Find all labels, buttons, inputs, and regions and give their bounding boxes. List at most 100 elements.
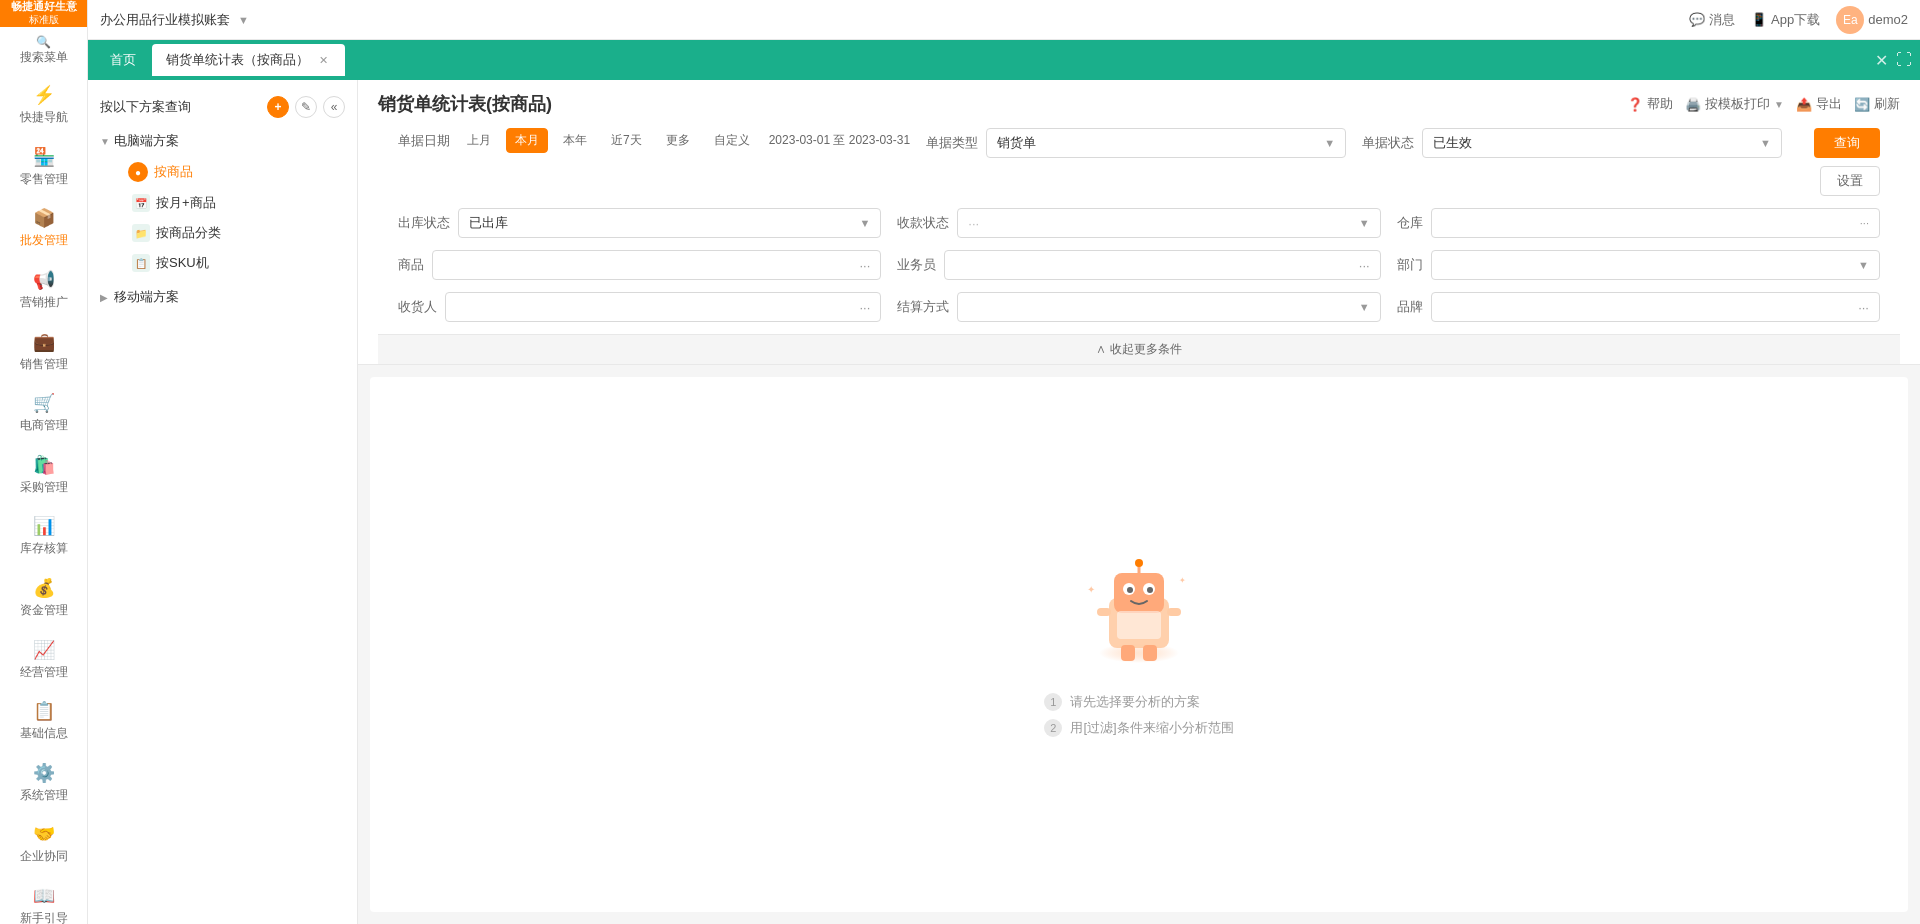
collapse-filter-btn[interactable]: ∧ 收起更多条件 [378,334,1900,364]
settings-btn[interactable]: 设置 [1820,166,1880,196]
right-panel: 销货单统计表(按商品) ❓ 帮助 🖨️ 按模板打印 ▼ 📤 [358,80,1920,924]
date-btn-more[interactable]: 更多 [657,128,699,153]
doc-status-value: 已生效 [1433,134,1472,152]
salesperson-dots-icon[interactable]: ··· [1359,258,1370,273]
salesperson-input[interactable]: ··· [944,250,1380,280]
sidebar-item-marketing[interactable]: 📢 营销推广 [0,259,88,321]
sidebar-item-enterprise[interactable]: 🤝 企业协同 [0,813,88,875]
empty-illustration: ✦ ✦ [1079,553,1199,673]
product-input[interactable]: ··· [432,250,881,280]
collapse-panel-btn[interactable]: « [323,96,345,118]
doc-type-select[interactable]: 销货单 ▼ [986,128,1346,158]
user-profile[interactable]: Ea demo2 [1836,6,1908,34]
print-btn[interactable]: 🖨️ 按模板打印 ▼ [1685,95,1784,113]
app-download-btn[interactable]: 📱 App下载 [1751,11,1820,29]
sku-icon: 📋 [132,254,150,272]
date-filter-label: 单据日期 [398,132,450,150]
enterprise-icon: 🤝 [33,823,55,845]
message-btn[interactable]: 💬 消息 [1689,11,1735,29]
svg-text:✦: ✦ [1179,576,1186,585]
sidebar-item-operation[interactable]: 📈 经营管理 [0,629,88,691]
wholesale-icon: 📦 [33,207,55,229]
receiver-dots-icon[interactable]: ··· [859,300,870,315]
add-scheme-btn[interactable]: + [267,96,289,118]
warehouse-dropdown-icon: ··· [1860,217,1869,229]
marketing-icon: 📢 [33,269,55,291]
filter-warehouse: 仓库 ··· [1397,208,1880,238]
page-header: 销货单统计表(按商品) ❓ 帮助 🖨️ 按模板打印 ▼ 📤 [358,80,1920,365]
filter-date: 单据日期 上月 本月 本年 近7天 更多 自定义 2023-03-01 至 20… [398,128,910,153]
sidebar-item-quicknav[interactable]: ⚡ 快捷导航 [0,74,88,136]
tab-home[interactable]: 首页 [96,44,150,76]
sidebar-label-system: 系统管理 [20,788,68,804]
date-btn-custom[interactable]: 自定义 [705,128,759,153]
doc-status-select[interactable]: 已生效 ▼ [1422,128,1782,158]
settlement-select[interactable]: ▼ [957,292,1380,322]
header-left: 办公用品行业模拟账套 ▼ [100,11,249,29]
sidebar-item-ecommerce[interactable]: 🛒 电商管理 [0,382,88,444]
message-icon: 💬 [1689,12,1705,27]
product-dots-icon[interactable]: ··· [859,258,870,273]
tree-item-by-product[interactable]: ● 按商品 [88,156,357,188]
sidebar-item-purchase[interactable]: 🛍️ 采购管理 [0,444,88,506]
filter-department: 部门 ▼ [1397,250,1880,280]
tree-item-by-month-product[interactable]: 📅 按月+商品 [88,188,357,218]
receiver-input[interactable]: ··· [445,292,881,322]
payment-status-select[interactable]: ··· ▼ [957,208,1380,238]
dropdown-arrow-icon[interactable]: ▼ [238,14,249,26]
export-btn[interactable]: 📤 导出 [1796,95,1842,113]
sidebar-item-basic[interactable]: 📋 基础信息 [0,690,88,752]
stock-status-select[interactable]: 已出库 ▼ [458,208,881,238]
date-btn-this-year[interactable]: 本年 [554,128,596,153]
svg-rect-11 [1117,611,1161,639]
department-select[interactable]: ▼ [1431,250,1880,280]
left-panel-actions: + ✎ « [267,96,345,118]
tab-close-all-btn[interactable]: ✕ [1875,51,1888,70]
filter-stock-status: 出库状态 已出库 ▼ [398,208,881,238]
filter-receiver: 收货人 ··· [398,292,881,322]
avatar-text: Ea [1843,13,1858,27]
tab-close-icon[interactable]: ✕ [315,52,331,68]
date-btn-this-month[interactable]: 本月 [506,128,548,153]
tree-pc-section[interactable]: ▼ 电脑端方案 [88,126,357,156]
brand-input[interactable]: ··· [1431,292,1880,322]
sidebar-item-retail[interactable]: 🏪 零售管理 [0,136,88,198]
tree-item-by-category[interactable]: 📁 按商品分类 [88,218,357,248]
help-btn[interactable]: ❓ 帮助 [1627,95,1673,113]
warehouse-label: 仓库 [1397,214,1423,232]
edit-scheme-btn[interactable]: ✎ [295,96,317,118]
doc-status-label: 单据状态 [1362,134,1414,152]
active-circle-icon: ● [128,162,148,182]
svg-rect-12 [1121,645,1135,661]
date-btn-7days[interactable]: 近7天 [602,128,651,153]
tree-by-sku-label: 按SKU机 [156,254,209,272]
empty-state: ✦ ✦ 1 请先选择要分析的方案 2 用[过滤]条件来缩小分析范围 [370,377,1908,912]
top-header: 办公用品行业模拟账套 ▼ 💬 消息 📱 App下载 Ea demo2 [88,0,1920,40]
tree-mobile-section[interactable]: ▶ 移动端方案 [88,282,357,312]
sidebar-label-marketing: 营销推广 [20,295,68,311]
sidebar-item-search[interactable]: 🔍 搜索菜单 [0,27,88,74]
tab-stats[interactable]: 销货单统计表（按商品） ✕ [152,44,345,76]
warehouse-select[interactable]: ··· [1431,208,1880,238]
receiver-label: 收货人 [398,298,437,316]
sidebar-item-system[interactable]: ⚙️ 系统管理 [0,752,88,814]
brand-dots-icon[interactable]: ··· [1858,300,1869,315]
sidebar-item-finance[interactable]: 💰 资金管理 [0,567,88,629]
tree-item-by-sku[interactable]: 📋 按SKU机 [88,248,357,278]
tree-pc-label: 电脑端方案 [114,132,345,150]
tab-bar: 首页 销货单统计表（按商品） ✕ ✕ ⛶ [88,40,1920,80]
product-label: 商品 [398,256,424,274]
refresh-btn[interactable]: 🔄 刷新 [1854,95,1900,113]
sidebar-item-wholesale[interactable]: 📦 批发管理 [0,197,88,259]
app-logo[interactable]: 畅捷通好生意 标准版 [0,0,88,27]
stock-status-dropdown-icon: ▼ [859,217,870,229]
tab-expand-btn[interactable]: ⛶ [1896,51,1912,70]
query-btn[interactable]: 查询 [1814,128,1880,158]
sidebar-label-retail: 零售管理 [20,172,68,188]
date-btn-last-month[interactable]: 上月 [458,128,500,153]
sidebar-item-inventory[interactable]: 📊 库存核算 [0,505,88,567]
page-actions: ❓ 帮助 🖨️ 按模板打印 ▼ 📤 导出 � [1627,95,1900,113]
filter-brand: 品牌 ··· [1397,292,1880,322]
sidebar-item-sales[interactable]: 💼 销售管理 [0,321,88,383]
sidebar-item-newguide[interactable]: 📖 新手引导 [0,875,88,924]
